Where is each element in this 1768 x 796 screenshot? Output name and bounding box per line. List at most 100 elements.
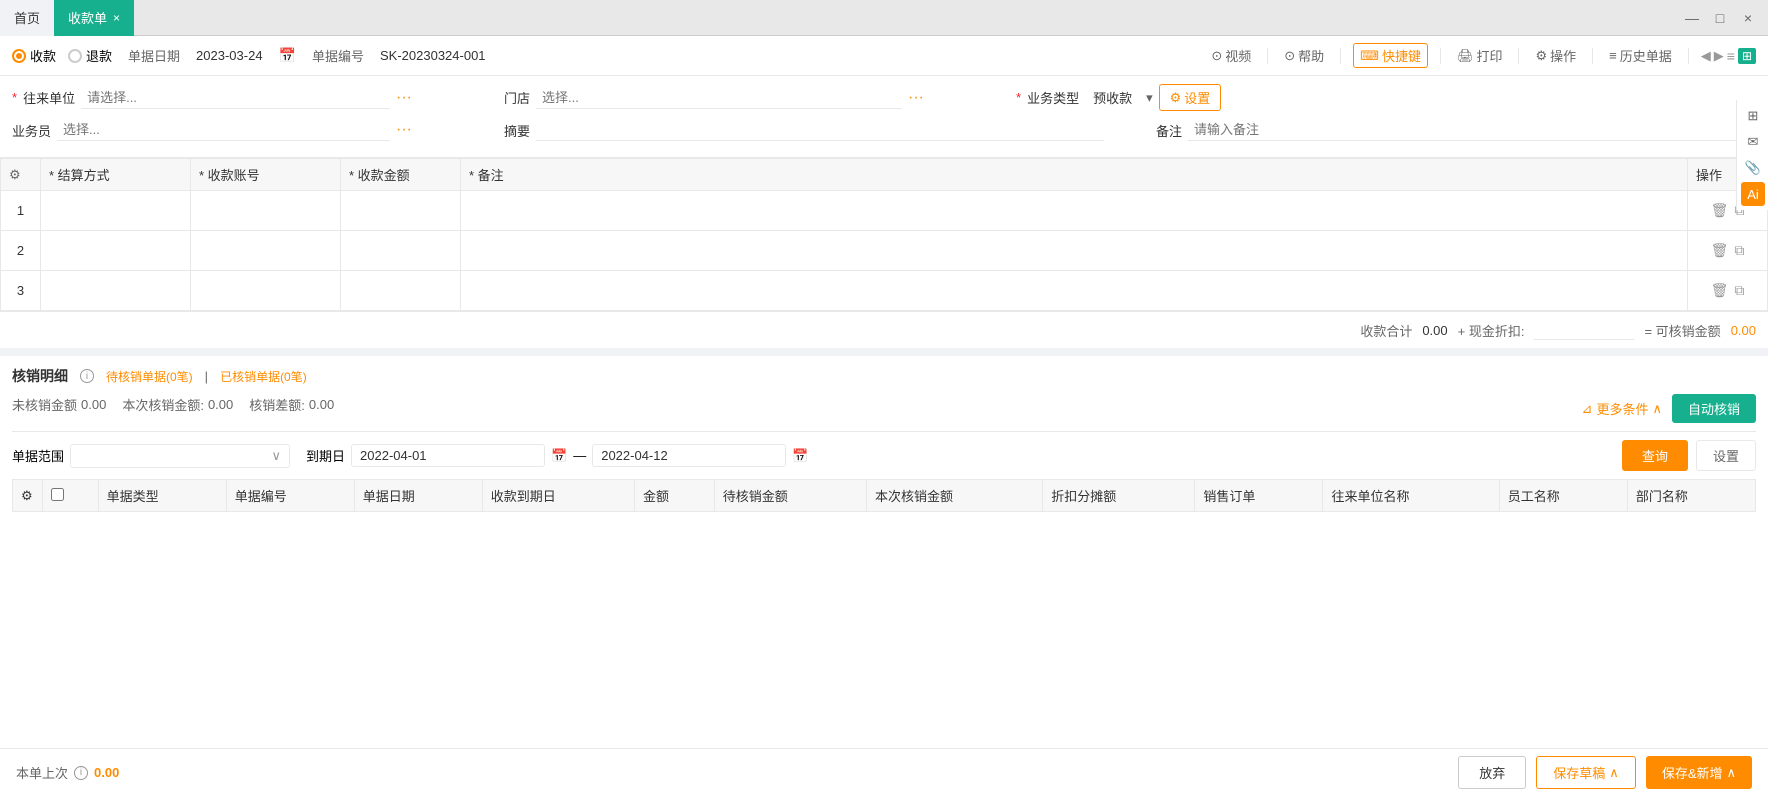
remark-input[interactable] bbox=[1188, 119, 1756, 141]
business-type-value: 预收款 bbox=[1085, 88, 1140, 107]
radio-refund[interactable]: 退款 bbox=[68, 46, 112, 65]
business-type-label: 业务类型 bbox=[1027, 88, 1079, 107]
help-button[interactable]: ⊙ 帮助 bbox=[1280, 44, 1328, 67]
row-3-remark[interactable] bbox=[461, 271, 1688, 311]
footer-info-icon[interactable]: i bbox=[74, 766, 88, 780]
radio-refund-dot bbox=[68, 49, 82, 63]
operation-button[interactable]: ⚙ 操作 bbox=[1531, 44, 1580, 67]
calendar-icon[interactable]: 📅 bbox=[279, 47, 296, 64]
available-value: 0.00 bbox=[1731, 323, 1756, 338]
layout-card-icon[interactable]: ⊞ bbox=[1738, 48, 1756, 64]
save-draft-chevron-icon: ∧ bbox=[1609, 765, 1619, 781]
radio-receive[interactable]: 收款 bbox=[12, 46, 56, 65]
discount-input[interactable] bbox=[1534, 320, 1634, 340]
sidebar-active-icon[interactable]: Ai bbox=[1741, 182, 1765, 206]
row-1-amount[interactable] bbox=[341, 191, 461, 231]
operation-icon: ⚙ bbox=[1535, 48, 1547, 64]
row-3-amount[interactable] bbox=[341, 271, 461, 311]
verify-setting-button[interactable]: 设置 bbox=[1696, 440, 1756, 471]
gear-verify-icon[interactable]: ⚙ bbox=[21, 488, 33, 503]
store-more-icon[interactable]: ··· bbox=[908, 89, 924, 107]
date-to-input[interactable] bbox=[592, 444, 786, 467]
table-row: 1 🗑 ⧉ bbox=[1, 191, 1768, 231]
row-2-amount[interactable] bbox=[341, 231, 461, 271]
col-staff: 员工名称 bbox=[1499, 480, 1627, 512]
done-tab[interactable]: 已核销单据(0笔) bbox=[220, 368, 307, 385]
sidebar-table-icon[interactable]: ⊞ bbox=[1741, 104, 1765, 128]
verify-title: 核销明细 bbox=[12, 366, 68, 386]
row-2-delete-icon[interactable]: 🗑 bbox=[1711, 242, 1729, 259]
row-3-copy-icon[interactable]: ⧉ bbox=[1734, 282, 1744, 299]
tab-active[interactable]: 收款单 × bbox=[54, 0, 134, 36]
row-2-account[interactable] bbox=[191, 231, 341, 271]
counterpart-input[interactable] bbox=[81, 87, 390, 109]
more-conditions-button[interactable]: ⊿ 更多条件 ∧ bbox=[1582, 399, 1662, 418]
row-1-delete-icon[interactable]: 🗑 bbox=[1711, 202, 1729, 219]
nav-right-icon[interactable]: ▶ bbox=[1714, 48, 1724, 64]
close-window-button[interactable]: × bbox=[1738, 8, 1758, 28]
auto-verify-button[interactable]: 自动核销 bbox=[1672, 394, 1756, 423]
shortcut-button[interactable]: ⌨ 快捷键 bbox=[1353, 43, 1428, 68]
maximize-button[interactable]: □ bbox=[1710, 8, 1730, 28]
table-row: 2 🗑 ⧉ bbox=[1, 231, 1768, 271]
print-label: 打印 bbox=[1476, 46, 1502, 65]
select-all-checkbox[interactable] bbox=[51, 488, 64, 501]
diff-label: 核销差额: bbox=[249, 395, 305, 414]
row-1-account[interactable] bbox=[191, 191, 341, 231]
nav-left-icon[interactable]: ◀ bbox=[1701, 48, 1711, 64]
row-3-delete-icon[interactable]: 🗑 bbox=[1711, 282, 1729, 299]
shortcut-icon: ⌨ bbox=[1360, 48, 1379, 64]
sidebar-attach-icon[interactable]: 📎 bbox=[1741, 156, 1765, 180]
row-3-settle[interactable] bbox=[41, 271, 191, 311]
toolbar: 收款 退款 单据日期 2023-03-24 📅 单据编号 SK-20230324… bbox=[0, 36, 1768, 76]
counterpart-more-icon[interactable]: ··· bbox=[396, 89, 412, 107]
save-new-button[interactable]: 保存&新增 ∧ bbox=[1646, 756, 1752, 789]
print-button[interactable]: 🖨 打印 bbox=[1453, 44, 1507, 67]
row-2-settle[interactable] bbox=[41, 231, 191, 271]
date-from-input[interactable] bbox=[351, 444, 545, 467]
store-input[interactable] bbox=[536, 87, 902, 109]
col-amount: 金额 bbox=[634, 480, 714, 512]
date-label: 单据日期 bbox=[128, 46, 180, 65]
col-due-date: 收款到期日 bbox=[482, 480, 634, 512]
save-draft-label: 保存草稿 bbox=[1553, 763, 1605, 782]
pending-tab[interactable]: 待核销单据(0笔) bbox=[106, 368, 193, 385]
range-select[interactable]: ∨ bbox=[70, 444, 290, 468]
row-2-remark[interactable] bbox=[461, 231, 1688, 271]
row-1-index: 1 bbox=[1, 191, 41, 231]
calendar-to-icon[interactable]: 📅 bbox=[792, 448, 808, 464]
sales-more-icon[interactable]: ··· bbox=[396, 121, 412, 139]
save-draft-button[interactable]: 保存草稿 ∧ bbox=[1536, 756, 1636, 789]
right-sidebar: ⊞ ✉ 📎 Ai bbox=[1736, 100, 1768, 210]
remark-label: 备注 bbox=[1156, 121, 1182, 140]
tab-home-label: 首页 bbox=[14, 8, 40, 27]
sidebar-email-icon[interactable]: ✉ bbox=[1741, 130, 1765, 154]
video-label: 视频 bbox=[1225, 46, 1251, 65]
business-type-dropdown-icon[interactable]: ▾ bbox=[1146, 90, 1153, 106]
range-label: 单据范围 bbox=[12, 446, 64, 465]
abandon-button[interactable]: 放弃 bbox=[1458, 756, 1526, 789]
row-1-settle[interactable] bbox=[41, 191, 191, 231]
row-3-account[interactable] bbox=[191, 271, 341, 311]
col-header-account: * 收款账号 bbox=[191, 159, 341, 191]
history-button[interactable]: ≡ 历史单据 bbox=[1605, 44, 1676, 67]
summary-input[interactable] bbox=[536, 119, 1104, 141]
verify-info-icon[interactable]: i bbox=[80, 369, 94, 383]
setting-button[interactable]: ⚙ 设置 bbox=[1159, 84, 1222, 111]
row-1-remark[interactable] bbox=[461, 191, 1688, 231]
calendar-from-icon[interactable]: 📅 bbox=[551, 448, 567, 464]
form-area: * 往来单位 ··· 门店 ··· * 业务类型 预收款 ▾ ⚙ 设置 bbox=[0, 76, 1768, 158]
video-button[interactable]: ⊙ 视频 bbox=[1207, 44, 1255, 67]
query-button[interactable]: 查询 bbox=[1622, 440, 1688, 471]
available-label: = 可核销金额 bbox=[1644, 321, 1720, 340]
layout-list-icon[interactable]: ≡ bbox=[1727, 48, 1735, 64]
help-icon: ⊙ bbox=[1284, 48, 1295, 64]
col-header-settle: * 结算方式 bbox=[41, 159, 191, 191]
print-icon: 🖨 bbox=[1457, 48, 1474, 64]
row-2-copy-icon[interactable]: ⧉ bbox=[1734, 242, 1744, 259]
sales-input[interactable] bbox=[57, 119, 390, 141]
tab-close-icon[interactable]: × bbox=[113, 11, 120, 25]
table-gear-icon[interactable]: ⚙ bbox=[9, 167, 21, 182]
minimize-button[interactable]: — bbox=[1682, 8, 1702, 28]
tab-home[interactable]: 首页 bbox=[0, 0, 54, 36]
